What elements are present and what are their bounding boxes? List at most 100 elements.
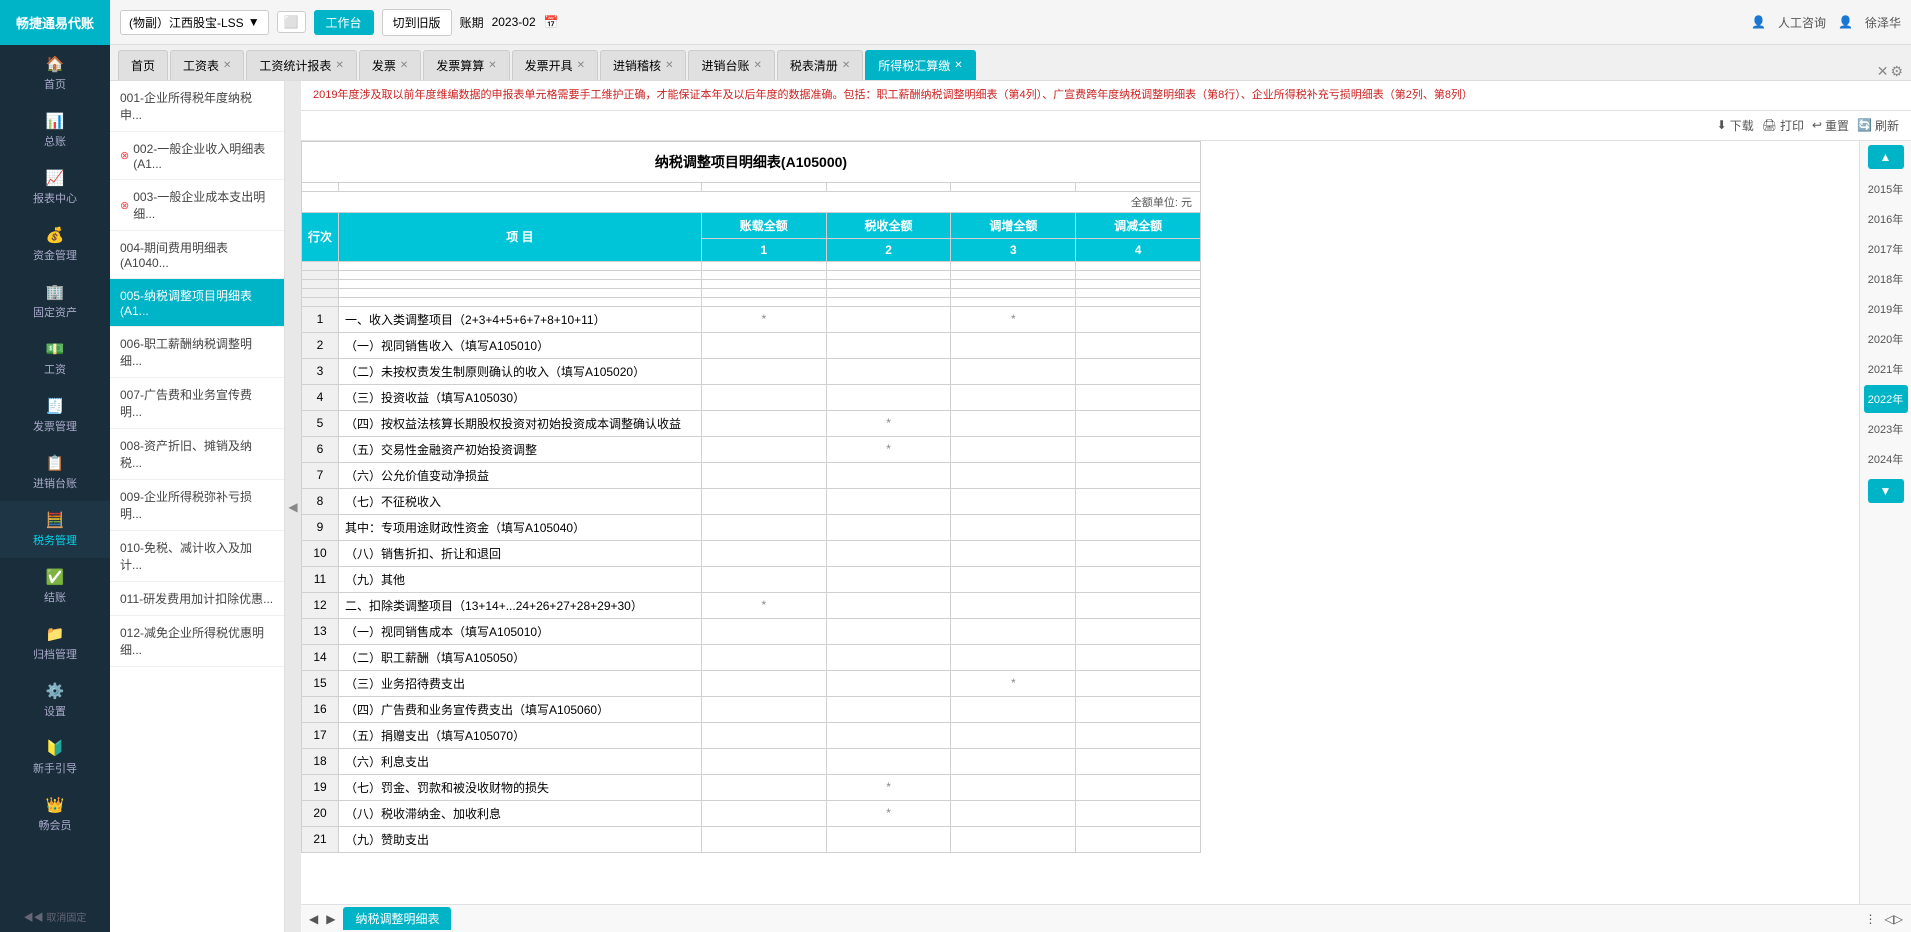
cell-22-1[interactable] (826, 748, 951, 774)
cell-item-1[interactable] (339, 270, 702, 279)
cell-20-1[interactable] (826, 696, 951, 722)
spreadsheet-container[interactable]: 纳税调整项目明细表(A105000)全额单位: 元行次项 目账载全额税收全额调增… (301, 141, 1859, 905)
cell-17-3[interactable] (1076, 618, 1201, 644)
tab-close-8[interactable]: ✕ (842, 60, 850, 71)
left-nav-item-10[interactable]: 011-研发费用加计扣除优惠... (110, 582, 284, 616)
cell-item-9[interactable]: （四）按权益法核算长期股权投资对初始投资成本调整确认收益 (339, 410, 702, 436)
cell-15-1[interactable] (826, 566, 951, 592)
left-nav-item-0[interactable]: 001-企业所得税年度纳税申... (110, 81, 284, 132)
cell-25-3[interactable] (1076, 826, 1201, 852)
cell-2-3[interactable] (1076, 279, 1201, 288)
cell-18-3[interactable] (1076, 644, 1201, 670)
year-item-5[interactable]: 2020年 (1864, 325, 1908, 353)
cell-8-2[interactable] (951, 384, 1076, 410)
cell-item-16[interactable]: 二、扣除类调整项目（13+14+...24+26+27+28+29+30） (339, 592, 702, 618)
cell-12-2[interactable] (951, 488, 1076, 514)
cell-12-1[interactable] (826, 488, 951, 514)
left-nav-item-2[interactable]: ⊗003-一般企业成本支出明细... (110, 180, 284, 231)
left-nav-item-8[interactable]: 009-企业所得税弥补亏损明... (110, 480, 284, 531)
left-nav-item-3[interactable]: 004-期间费用明细表(A1040... (110, 231, 284, 279)
cell-0-2[interactable] (951, 261, 1076, 270)
cell-19-2[interactable]: * (951, 670, 1076, 696)
refresh-btn[interactable]: 🔄 刷新 (1857, 117, 1899, 134)
copy-btn[interactable]: ⬜ (277, 11, 306, 33)
cell-11-3[interactable] (1076, 462, 1201, 488)
tab-6[interactable]: 进销稽核 ✕ (600, 50, 686, 80)
year-item-3[interactable]: 2018年 (1864, 265, 1908, 293)
cell-2-1[interactable] (826, 279, 951, 288)
cell-10-0[interactable] (701, 436, 826, 462)
year-item-7[interactable]: 2022年 (1864, 385, 1908, 413)
cell-item-24[interactable]: （八）税收滞纳金、加收利息 (339, 800, 702, 826)
year-item-9[interactable]: 2024年 (1864, 445, 1908, 473)
sidebar-item-ledger[interactable]: 📋进销台账 (0, 444, 110, 501)
tab-3[interactable]: 发票 ✕ (359, 50, 421, 80)
cell-21-1[interactable] (826, 722, 951, 748)
cell-3-3[interactable] (1076, 288, 1201, 297)
cell-23-1[interactable]: * (826, 774, 951, 800)
year-item-2[interactable]: 2017年 (1864, 235, 1908, 263)
cell-15-0[interactable] (701, 566, 826, 592)
cell-1-3[interactable] (1076, 270, 1201, 279)
cell-17-2[interactable] (951, 618, 1076, 644)
cell-item-5[interactable]: 一、收入类调整项目（2+3+4+5+6+7+8+10+11） (339, 306, 702, 332)
cell-14-1[interactable] (826, 540, 951, 566)
cell-item-14[interactable]: （八）销售折扣、折让和退回 (339, 540, 702, 566)
cell-item-23[interactable]: （七）罚金、罚款和被没收财物的损失 (339, 774, 702, 800)
tab-close-7[interactable]: ✕ (753, 60, 761, 71)
left-nav-item-6[interactable]: 007-广告费和业务宣传费明... (110, 378, 284, 429)
sidebar-item-close[interactable]: ✅结账 (0, 558, 110, 615)
tab-0[interactable]: 首页 (118, 50, 168, 80)
cell-item-25[interactable]: （九）赞助支出 (339, 826, 702, 852)
scroll-right-btn[interactable]: ▶ (326, 912, 335, 926)
cell-12-0[interactable] (701, 488, 826, 514)
tab-4[interactable]: 发票算算 ✕ (423, 50, 509, 80)
cell-5-1[interactable] (826, 306, 951, 332)
cell-8-0[interactable] (701, 384, 826, 410)
left-nav-item-4[interactable]: 005-纳税调整项目明细表(A1... (110, 279, 284, 327)
cell-1-2[interactable] (951, 270, 1076, 279)
left-nav-item-1[interactable]: ⊗002-一般企业收入明细表(A1... (110, 132, 284, 180)
settings-icon[interactable]: ⚙ (1890, 63, 1903, 80)
cell-20-0[interactable] (701, 696, 826, 722)
cell-21-3[interactable] (1076, 722, 1201, 748)
cell-item-22[interactable]: （六）利息支出 (339, 748, 702, 774)
cell-item-2[interactable] (339, 279, 702, 288)
cell-23-2[interactable] (951, 774, 1076, 800)
cell-21-2[interactable] (951, 722, 1076, 748)
print-btn[interactable]: 🖨 打印 (1762, 117, 1804, 134)
cell-item-19[interactable]: （三）业务招待费支出 (339, 670, 702, 696)
cell-7-2[interactable] (951, 358, 1076, 384)
year-item-1[interactable]: 2016年 (1864, 205, 1908, 233)
cell-22-3[interactable] (1076, 748, 1201, 774)
left-nav-item-7[interactable]: 008-资产折旧、摊销及纳税... (110, 429, 284, 480)
cell-0-3[interactable] (1076, 261, 1201, 270)
cell-9-1[interactable]: * (826, 410, 951, 436)
tab-close-9[interactable]: ✕ (954, 60, 962, 71)
cell-15-3[interactable] (1076, 566, 1201, 592)
tab-close-6[interactable]: ✕ (665, 60, 673, 71)
cell-23-0[interactable] (701, 774, 826, 800)
cell-0-1[interactable] (826, 261, 951, 270)
cell-1-0[interactable] (701, 270, 826, 279)
sidebar-item-salary[interactable]: 💵工资 (0, 330, 110, 387)
tab-2[interactable]: 工资统计报表 ✕ (246, 50, 356, 80)
cell-4-1[interactable] (826, 297, 951, 306)
calendar-icon[interactable]: 📅 (544, 15, 559, 29)
tab-9[interactable]: 所得税汇算缴 ✕ (865, 50, 975, 80)
year-item-4[interactable]: 2019年 (1864, 295, 1908, 323)
old-version-btn[interactable]: 切到旧版 (382, 9, 452, 36)
cell-18-0[interactable] (701, 644, 826, 670)
cell-item-4[interactable] (339, 297, 702, 306)
sidebar-bottom-toggle[interactable]: ◀◀ 取消固定 (0, 901, 110, 932)
sidebar-item-general[interactable]: 📊总账 (0, 102, 110, 159)
cell-19-3[interactable] (1076, 670, 1201, 696)
company-selector[interactable]: (物副）江西股宝-LSS ▼ (120, 10, 269, 35)
cell-11-1[interactable] (826, 462, 951, 488)
cell-14-2[interactable] (951, 540, 1076, 566)
cell-25-1[interactable] (826, 826, 951, 852)
tab-close-1[interactable]: ✕ (223, 60, 231, 71)
tab-close-4[interactable]: ✕ (488, 60, 496, 71)
cell-18-1[interactable] (826, 644, 951, 670)
cell-12-3[interactable] (1076, 488, 1201, 514)
